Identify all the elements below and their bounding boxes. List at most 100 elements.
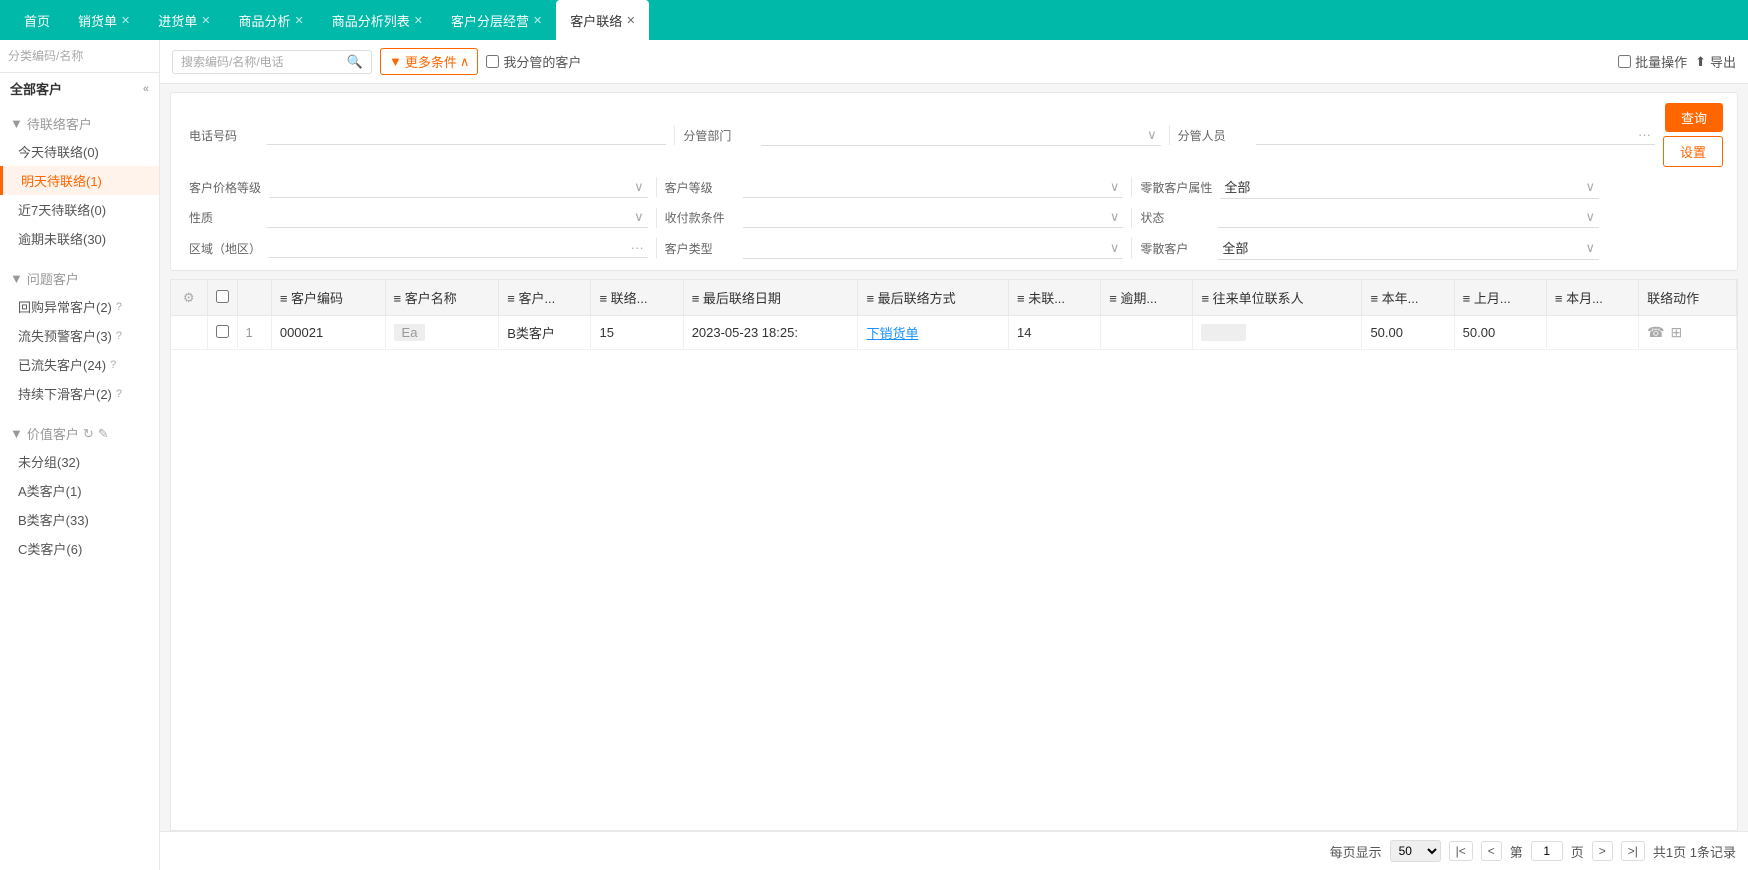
nav-customer-layer[interactable]: 客户分层经营 ✕ — [437, 0, 556, 40]
phone-action-icon[interactable]: ☎ — [1647, 324, 1664, 341]
sidebar-collapse-icon[interactable]: « — [143, 83, 149, 95]
td-overdue — [1101, 316, 1193, 350]
sidebar-all-customers[interactable]: 全部客户 « — [0, 73, 159, 104]
settings-btn[interactable]: 设置 — [1663, 136, 1723, 167]
page-input[interactable] — [1531, 841, 1563, 861]
last-page-btn[interactable]: >| — [1621, 841, 1645, 861]
last-month-value: 50.00 — [1463, 325, 1496, 340]
this-year-value: 50.00 — [1370, 325, 1403, 340]
nav-product-analysis-list-close[interactable]: ✕ — [414, 14, 423, 27]
filter-status-select[interactable]: ∨ — [1218, 207, 1599, 228]
my-customers-checkbox[interactable]: 我分管的客户 — [486, 52, 581, 71]
th-this-month: ≡ 本月... — [1546, 280, 1638, 316]
th-company-contact: ≡ 往来单位联系人 — [1193, 280, 1362, 316]
prev-page-btn[interactable]: < — [1481, 841, 1502, 861]
first-page-btn[interactable]: |< — [1449, 841, 1473, 861]
filter-person: 分管人员 ··· — [1170, 125, 1663, 145]
pending-group-arrow: ▼ — [10, 116, 23, 131]
filter-phone-input[interactable] — [267, 126, 666, 145]
th-this-year-label: ≡ 本年... — [1370, 288, 1418, 307]
filter-customer-type-select[interactable]: ∨ — [743, 238, 1124, 259]
grid-action-icon[interactable]: ⊞ — [1671, 324, 1683, 341]
column-settings-icon[interactable]: ⚙ — [183, 290, 195, 305]
query-btn[interactable]: 查询 — [1665, 103, 1723, 132]
nav-product-analysis[interactable]: 商品分析 ✕ — [224, 0, 317, 40]
sidebar-item-overdue[interactable]: 逾期未联络(30) — [0, 224, 159, 253]
toolbar-right: 批量操作 ⬆ 导出 — [1618, 52, 1736, 71]
sidebar-item-overdue-label: 逾期未联络(30) — [18, 229, 106, 248]
filter-row-2: 客户价格等级 ∨ 客户等级 ∨ 零散客户属性 — [181, 175, 1727, 199]
filter-person-select[interactable]: ··· — [1256, 125, 1655, 145]
my-customers-check[interactable] — [486, 55, 499, 68]
export-btn[interactable]: ⬆ 导出 — [1695, 52, 1736, 71]
nav-product-analysis-list[interactable]: 商品分析列表 ✕ — [318, 0, 437, 40]
filter-customer-level-select[interactable]: ∨ — [743, 177, 1124, 198]
filter-row-1: 电话号码 分管部门 ∨ 分管人员 ··· — [181, 103, 1727, 167]
batch-check[interactable] — [1618, 55, 1631, 68]
nav-product-analysis-close[interactable]: ✕ — [295, 14, 304, 27]
top-navigation: 首页 销货单 ✕ 进货单 ✕ 商品分析 ✕ 商品分析列表 ✕ 客户分层经营 ✕ … — [0, 0, 1748, 40]
sidebar-item-tomorrow[interactable]: 明天待联络(1) — [0, 166, 159, 195]
sidebar-search-input[interactable] — [8, 49, 160, 63]
th-last-month-label: ≡ 上月... — [1463, 288, 1511, 307]
sidebar-item-declining[interactable]: 持续下滑客户(2) ? — [0, 379, 159, 408]
filter-region-more: ··· — [631, 240, 644, 255]
sidebar-item-class-a[interactable]: A类客户(1) — [0, 476, 159, 505]
filter-retail-attr: 零散客户属性 全部 ∨ — [1132, 175, 1607, 199]
th-last-date-sort: ≡ 最后联络日期 — [692, 288, 850, 307]
sidebar-item-class-c[interactable]: C类客户(6) — [0, 534, 159, 563]
filter-retail-customer-select[interactable]: 全部 ∨ — [1218, 236, 1599, 260]
th-company-contact-sort: ≡ 往来单位联系人 — [1201, 288, 1353, 307]
nav-customer-layer-close[interactable]: ✕ — [533, 14, 542, 27]
nav-sales-close[interactable]: ✕ — [121, 14, 130, 27]
row-check[interactable] — [216, 325, 229, 338]
page-label: 第 — [1510, 842, 1523, 861]
select-all-check[interactable] — [216, 290, 229, 303]
nav-customer-contact-close[interactable]: ✕ — [626, 14, 635, 27]
nav-sales[interactable]: 销货单 ✕ — [64, 0, 144, 40]
td-settings — [171, 316, 207, 350]
filter-price-level-select[interactable]: ∨ — [269, 177, 648, 198]
sidebar-item-ungrouped[interactable]: 未分组(32) — [0, 447, 159, 476]
nav-customer-contact[interactable]: 客户联络 ✕ — [556, 0, 649, 40]
filter-nature-select[interactable]: ∨ — [267, 207, 648, 228]
th-this-year-sort: ≡ 本年... — [1370, 288, 1445, 307]
sidebar-item-repurchase-abnormal[interactable]: 回购异常客户(2) ? — [0, 292, 159, 321]
nav-purchase[interactable]: 进货单 ✕ — [144, 0, 224, 40]
last-contact-method[interactable]: 下销货单 — [866, 326, 918, 341]
filter-dept-select[interactable]: ∨ — [761, 125, 1160, 146]
main-content: 🔍 ▼ 更多条件 ∧ 我分管的客户 批量操作 ⬆ 导出 — [160, 40, 1748, 870]
th-overdue: ≡ 逾期... — [1101, 280, 1193, 316]
batch-operation-btn[interactable]: 批量操作 — [1618, 52, 1687, 71]
filter-customer-type-label: 客户类型 — [665, 240, 735, 257]
next-page-btn[interactable]: > — [1592, 841, 1613, 861]
more-conditions-btn[interactable]: ▼ 更多条件 ∧ — [380, 48, 478, 75]
filter-retail-attr-select[interactable]: 全部 ∨ — [1220, 175, 1599, 199]
export-icon: ⬆ — [1695, 54, 1706, 70]
th-type-sort: ≡ 客户... — [507, 288, 582, 307]
filter-payment-terms-select[interactable]: ∨ — [743, 207, 1124, 228]
sidebar-group-value-title: ▼ 价值客户 ↻ ✎ — [0, 420, 159, 447]
sidebar-item-churn-warning-label: 流失预警客户(3) — [18, 326, 112, 345]
nav-purchase-close[interactable]: ✕ — [201, 14, 210, 27]
value-group-edit-icon[interactable]: ✎ — [98, 426, 109, 442]
per-page-select[interactable]: 50 100 200 — [1390, 840, 1441, 862]
filter-nature-label: 性质 — [189, 209, 259, 226]
sidebar-item-churn-warning[interactable]: 流失预警客户(3) ? — [0, 321, 159, 350]
filter-phone-label: 电话号码 — [189, 127, 259, 144]
value-group-arrow: ▼ — [10, 426, 23, 441]
sidebar-item-today[interactable]: 今天待联络(0) — [0, 137, 159, 166]
sidebar-item-class-b[interactable]: B类客户(33) — [0, 505, 159, 534]
sidebar-item-week[interactable]: 近7天待联络(0) — [0, 195, 159, 224]
customer-code: 000021 — [280, 325, 323, 340]
toolbar-search-input[interactable] — [181, 55, 347, 69]
value-group-refresh-icon[interactable]: ↻ — [83, 426, 94, 442]
filter-retail-customer-label: 零散客户 — [1140, 240, 1210, 257]
toolbar-search-icon[interactable]: 🔍 — [347, 54, 363, 70]
td-code: 000021 — [271, 316, 385, 350]
table-footer: 每页显示 50 100 200 |< < 第 页 > >| 共1页 1条记录 — [160, 831, 1748, 870]
sidebar-item-churned[interactable]: 已流失客户(24) ? — [0, 350, 159, 379]
nav-home[interactable]: 首页 — [10, 0, 64, 40]
th-code: ≡ 客户编码 — [271, 280, 385, 316]
filter-region-select[interactable]: ··· — [269, 238, 648, 258]
